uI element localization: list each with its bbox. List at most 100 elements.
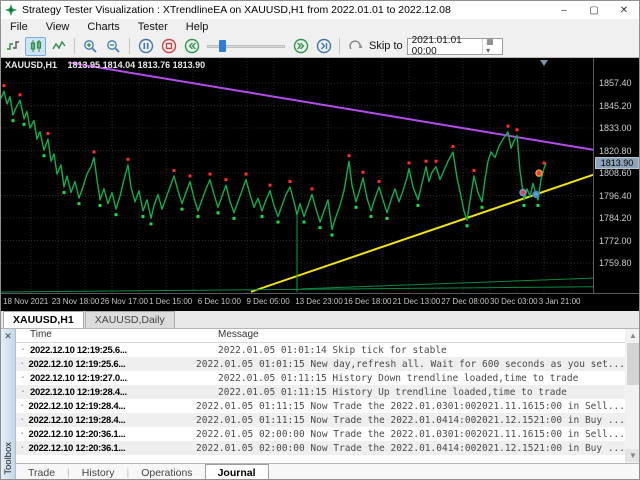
- journal-row[interactable]: ▪ 2022.12.10 12:19:25.6... 2022.01.05 01:0…: [16, 357, 625, 371]
- menu-bar: File View Charts Tester Help: [1, 19, 639, 35]
- tab-history[interactable]: History: [70, 465, 127, 479]
- sell-signal-marker: [310, 187, 314, 191]
- tab-trade[interactable]: Trade: [16, 465, 67, 479]
- price-axis: 1857.40 1845.20 1833.00 1820.80 1808.60 1796.…: [593, 58, 639, 293]
- buy-signal-marker: [369, 215, 373, 219]
- speed-slider-thumb[interactable]: [219, 40, 226, 52]
- buy-signal-marker: [536, 203, 540, 207]
- maximize-button[interactable]: ▢: [579, 1, 609, 19]
- journal-row[interactable]: ▪ 2022.12.10 12:20:36.1... 2022.01.05 02:0…: [16, 441, 625, 455]
- scroll-down-icon[interactable]: ▼: [625, 449, 639, 462]
- buy-signal-marker: [98, 203, 102, 207]
- sell-signal-marker: [172, 168, 176, 172]
- buy-signal-marker: [196, 215, 200, 219]
- time-axis-label: 18 Nov 2021: [3, 297, 49, 306]
- app-logo-icon: [5, 4, 17, 16]
- time-axis-label: 27 Dec 08:00: [441, 297, 489, 306]
- current-price-tag: 1813.90: [595, 157, 639, 170]
- chart-area[interactable]: XAUUSD,H1 1813.95 1814.04 1813.76 1813.9…: [1, 58, 639, 311]
- line-chart-icon[interactable]: [48, 37, 69, 56]
- jump-to-icon[interactable]: [345, 37, 366, 56]
- fast-forward-icon[interactable]: [290, 37, 311, 56]
- buy-signal-marker: [149, 222, 153, 226]
- speed-slider[interactable]: [207, 38, 285, 54]
- menu-item-help[interactable]: Help: [177, 19, 218, 35]
- zoom-in-icon[interactable]: [80, 37, 101, 56]
- toolbox-close-icon[interactable]: ✕: [1, 329, 15, 342]
- rewind-icon[interactable]: [181, 37, 202, 56]
- journal-row[interactable]: ▪ 2022.12.10 12:19:28.4... 2022.01.05 01:1…: [16, 399, 625, 413]
- journal-row-message: 2022.01.05 01:11:15 Now Trade the 2022.0…: [196, 400, 625, 412]
- menu-item-tester[interactable]: Tester: [129, 19, 177, 35]
- stop-icon[interactable]: [158, 37, 179, 56]
- time-axis-label: 16 Dec 18:00: [343, 297, 392, 306]
- journal-row[interactable]: ▪ 2022.12.10 12:19:25.6... 2022.01.05 01:0…: [16, 343, 625, 357]
- title-bar: Strategy Tester Visualization : XTrendli…: [1, 1, 639, 19]
- calendar-dropdown-icon[interactable]: ▦ ▾: [482, 37, 502, 55]
- close-button[interactable]: ✕: [609, 1, 639, 19]
- scroll-up-icon[interactable]: ▲: [625, 329, 639, 342]
- buy-signal-marker: [276, 220, 280, 224]
- scrollbar-thumb[interactable]: [627, 343, 639, 385]
- log-bullet-icon: ▪: [21, 375, 25, 381]
- journal-row-time: 2022.12.10 12:19:25.6...: [28, 358, 126, 370]
- buy-signal-marker: [260, 215, 264, 219]
- buy-signal-marker: [42, 154, 46, 158]
- sell-signal-marker: [288, 179, 292, 183]
- sell-signal-marker: [515, 128, 519, 132]
- journal-row[interactable]: ▪ 2022.12.10 12:19:27.0... 2022.01.05 01:1…: [16, 371, 625, 385]
- menu-item-view[interactable]: View: [37, 19, 79, 35]
- buy-signal-marker: [77, 202, 81, 206]
- tick-chart-icon[interactable]: [2, 37, 23, 56]
- journal-scrollbar[interactable]: ▲ ▼: [625, 329, 639, 463]
- tab-operations[interactable]: Operations: [129, 465, 204, 479]
- skip-to-date-input[interactable]: 2021.01.01 00:00 ▦ ▾: [406, 35, 503, 57]
- buy-signal-marker: [22, 122, 26, 126]
- journal-row-message: 2022.01.05 02:00:00 Now Trade the 2022.0…: [196, 442, 625, 454]
- buy-signal-marker: [11, 119, 15, 123]
- minimize-button[interactable]: –: [549, 1, 579, 19]
- buy-signal-marker: [114, 213, 118, 217]
- journal-row-time: 2022.12.10 12:20:36.1...: [28, 442, 126, 454]
- journal-row[interactable]: ▪ 2022.12.10 12:19:28.4... 2022.01.05 01:1…: [16, 385, 625, 399]
- trade-marker: [532, 190, 540, 199]
- journal-row[interactable]: ▪ 2022.12.10 12:19:28.4... 2022.01.05 01:1…: [16, 413, 625, 427]
- chart-tab-xauusd-daily[interactable]: XAUUSD,Daily: [84, 311, 175, 328]
- price-chart[interactable]: [1, 58, 593, 293]
- sell-signal-marker: [224, 178, 228, 182]
- up-support-trendline: [250, 173, 593, 293]
- sell-signal-marker: [46, 132, 50, 136]
- sell-signal-marker: [506, 124, 510, 128]
- log-bullet-icon: ▪: [21, 347, 25, 353]
- chart-ohlc-header: XAUUSD,H1 1813.95 1814.04 1813.76 1813.9…: [5, 60, 205, 70]
- pause-icon[interactable]: [135, 37, 156, 56]
- menu-item-charts[interactable]: Charts: [78, 19, 128, 35]
- sell-signal-marker: [208, 172, 212, 176]
- buy-signal-marker: [232, 216, 236, 220]
- sell-signal-marker: [424, 159, 428, 163]
- bottom-tab-bar: Trade | History | Operations Journal: [16, 463, 639, 479]
- sell-signal-marker: [126, 157, 130, 161]
- tab-journal[interactable]: Journal: [204, 464, 269, 479]
- sell-signal-marker: [377, 179, 381, 183]
- candlestick-chart-icon[interactable]: [25, 36, 46, 56]
- menu-item-file[interactable]: File: [1, 19, 37, 35]
- journal-col-time: Time: [30, 329, 52, 340]
- chart-symbol: XAUUSD,H1: [5, 60, 58, 70]
- sell-signal-marker: [347, 154, 351, 158]
- buy-signal-marker: [180, 207, 184, 211]
- chart-tab-xauusd-h1[interactable]: XAUUSD,H1: [3, 311, 84, 328]
- log-bullet-icon: ▪: [21, 417, 24, 423]
- journal-row-message: 2022.01.05 02:00:00 Now Trade the 2022.0…: [196, 428, 625, 440]
- current-bar-marker: [540, 60, 548, 66]
- zoom-out-icon[interactable]: [103, 37, 124, 56]
- skip-to-end-icon[interactable]: [313, 37, 334, 56]
- sell-signal-marker: [268, 183, 272, 187]
- journal-header: Time Message: [16, 329, 625, 343]
- sell-signal-marker: [472, 168, 476, 172]
- journal-col-message: Message: [218, 329, 259, 340]
- buy-signal-marker: [416, 203, 420, 207]
- journal-row[interactable]: ▪ 2022.12.10 12:20:36.1... 2022.01.05 02:0…: [16, 427, 625, 441]
- time-axis-label: 30 Dec 03:00: [490, 297, 538, 306]
- window-title: Strategy Tester Visualization : XTrendli…: [22, 4, 451, 16]
